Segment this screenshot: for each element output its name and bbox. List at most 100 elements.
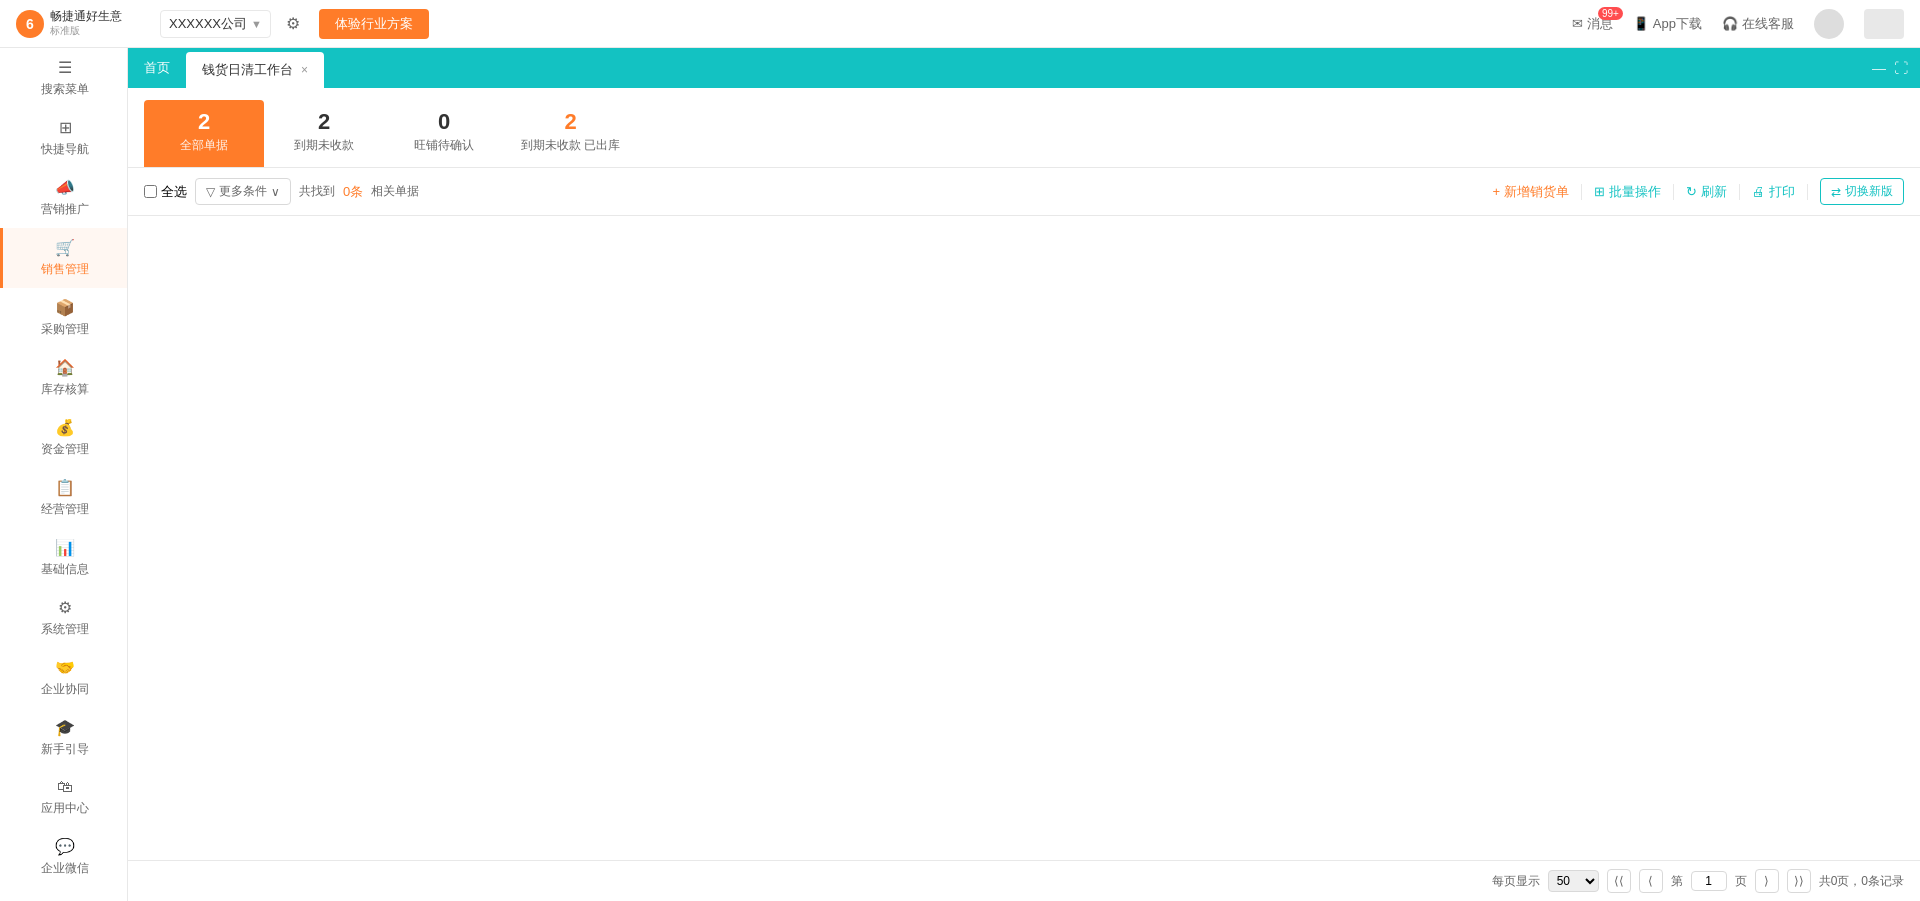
tab-close-icon[interactable]: × bbox=[301, 63, 308, 77]
online-service-item[interactable]: 🎧 在线客服 bbox=[1722, 15, 1794, 33]
sidebar-item-operations[interactable]: 📋 经营管理 bbox=[0, 468, 127, 528]
page-next-button[interactable]: ⟩ bbox=[1755, 869, 1779, 893]
stat-shipped-label: 到期未收款 已出库 bbox=[521, 137, 620, 154]
batch-label: 批量操作 bbox=[1609, 183, 1661, 201]
total-text: 共0页，0条记录 bbox=[1819, 873, 1904, 890]
batch-button[interactable]: ⊞ 批量操作 bbox=[1594, 183, 1661, 201]
inventory-icon: 🏠 bbox=[55, 358, 75, 377]
switch-version-button[interactable]: ⇄ 切换新版 bbox=[1820, 178, 1904, 205]
app-name: 畅捷通好生意 bbox=[50, 9, 122, 25]
select-all-checkbox[interactable] bbox=[144, 185, 157, 198]
page-label-2: 页 bbox=[1735, 873, 1747, 890]
avatar[interactable] bbox=[1814, 9, 1844, 39]
sidebar-item-member[interactable]: ▽ 畅会员 bbox=[0, 887, 127, 901]
switch-label: 切换新版 bbox=[1845, 183, 1893, 200]
sidebar-item-cooperation-label: 企业协同 bbox=[41, 681, 89, 698]
basic-info-icon: 📊 bbox=[55, 538, 75, 557]
filter-chevron-icon: ∨ bbox=[271, 185, 280, 199]
sidebar-item-system[interactable]: ⚙ 系统管理 bbox=[0, 588, 127, 648]
app-download-item[interactable]: 📱 App下载 bbox=[1633, 15, 1702, 33]
page-number-input[interactable] bbox=[1691, 871, 1727, 891]
sidebar-item-search[interactable]: ☰ 搜索菜单 bbox=[0, 48, 127, 108]
top-header: 6 畅捷通好生意 标准版 XXXXXX公司 ▼ ⚙ 体验行业方案 ✉ 消息 99… bbox=[0, 0, 1920, 48]
stats-tabs: 2 全部单据 2 到期未收款 0 旺铺待确认 2 到期未收款 已出库 bbox=[128, 88, 1920, 168]
print-button[interactable]: 🖨 打印 bbox=[1752, 183, 1795, 201]
wechat-icon: 💬 bbox=[55, 837, 75, 856]
filter-button[interactable]: ▽ 更多条件 ∨ bbox=[195, 178, 291, 205]
stat-overdue-num: 2 bbox=[281, 109, 367, 135]
refresh-icon: ↻ bbox=[1686, 184, 1697, 199]
sidebar: ☰ 搜索菜单 ⊞ 快捷导航 📣 营销推广 🛒 销售管理 📦 采购管理 🏠 库存核… bbox=[0, 48, 128, 901]
stat-tab-shipped[interactable]: 2 到期未收款 已出库 bbox=[504, 100, 637, 167]
page-first-button[interactable]: ⟨⟨ bbox=[1607, 869, 1631, 893]
logo-area: 6 畅捷通好生意 标准版 bbox=[16, 9, 144, 39]
tab-workbench[interactable]: 钱货日清工作台 × bbox=[186, 52, 324, 88]
toolbar-left: 全选 ▽ 更多条件 ∨ 共找到 0条 相关单据 bbox=[144, 178, 1484, 205]
tab-bar-right: — ⛶ bbox=[1872, 60, 1920, 76]
found-count: 0条 bbox=[343, 183, 363, 201]
page-last-button[interactable]: ⟩⟩ bbox=[1787, 869, 1811, 893]
tab-home[interactable]: 首页 bbox=[128, 48, 186, 88]
tab-bar: 首页 钱货日清工作台 × — ⛶ bbox=[128, 48, 1920, 88]
stat-tab-pending[interactable]: 0 旺铺待确认 bbox=[384, 100, 504, 167]
sidebar-item-inventory[interactable]: 🏠 库存核算 bbox=[0, 348, 127, 408]
sidebar-item-sales-label: 销售管理 bbox=[41, 261, 89, 278]
stat-tab-all[interactable]: 2 全部单据 bbox=[144, 100, 264, 167]
select-all-label: 全选 bbox=[161, 183, 187, 201]
sidebar-item-cooperation[interactable]: 🤝 企业协同 bbox=[0, 648, 127, 708]
add-label: 新增销货单 bbox=[1504, 183, 1569, 201]
tab-minimize-button[interactable]: — bbox=[1872, 60, 1886, 76]
service-icon: 🎧 bbox=[1722, 16, 1738, 31]
divider-2 bbox=[1673, 184, 1674, 200]
sidebar-item-sales[interactable]: 🛒 销售管理 bbox=[0, 228, 127, 288]
sidebar-item-operations-label: 经营管理 bbox=[41, 501, 89, 518]
stat-overdue-label: 到期未收款 bbox=[281, 137, 367, 154]
page-size-select[interactable]: 50 100 200 bbox=[1548, 870, 1599, 892]
stat-shipped-num: 2 bbox=[521, 109, 620, 135]
found-suffix: 相关单据 bbox=[371, 183, 419, 200]
add-icon: + bbox=[1492, 184, 1500, 199]
company-name: XXXXXX公司 bbox=[169, 15, 247, 33]
found-text: 共找到 bbox=[299, 183, 335, 200]
sidebar-item-wechat-label: 企业微信 bbox=[41, 860, 89, 877]
page-prev-button[interactable]: ⟨ bbox=[1639, 869, 1663, 893]
sidebar-item-quick-nav-label: 快捷导航 bbox=[41, 141, 89, 158]
sidebar-item-inventory-label: 库存核算 bbox=[41, 381, 89, 398]
message-item[interactable]: ✉ 消息 99+ bbox=[1572, 15, 1613, 33]
divider-1 bbox=[1581, 184, 1582, 200]
sidebar-item-finance[interactable]: 💰 资金管理 bbox=[0, 408, 127, 468]
download-icon: 📱 bbox=[1633, 16, 1649, 31]
sidebar-item-basic-info[interactable]: 📊 基础信息 bbox=[0, 528, 127, 588]
member-icon: ▽ bbox=[59, 897, 71, 901]
app-download-label: App下载 bbox=[1653, 15, 1702, 33]
sidebar-item-basic-info-label: 基础信息 bbox=[41, 561, 89, 578]
tab-maximize-button[interactable]: ⛶ bbox=[1894, 60, 1908, 76]
add-sale-button[interactable]: + 新增销货单 bbox=[1492, 183, 1569, 201]
batch-icon: ⊞ bbox=[1594, 184, 1605, 199]
stat-tab-overdue[interactable]: 2 到期未收款 bbox=[264, 100, 384, 167]
stat-all-num: 2 bbox=[161, 109, 247, 135]
stat-pending-label: 旺铺待确认 bbox=[401, 137, 487, 154]
chevron-down-icon: ▼ bbox=[251, 18, 262, 30]
marketing-icon: 📣 bbox=[55, 178, 75, 197]
sidebar-item-app-center[interactable]: 🛍 应用中心 bbox=[0, 768, 127, 827]
trial-button[interactable]: 体验行业方案 bbox=[319, 9, 429, 39]
filter-label: 更多条件 bbox=[219, 183, 267, 200]
sidebar-item-purchase[interactable]: 📦 采购管理 bbox=[0, 288, 127, 348]
settings-icon[interactable]: ⚙ bbox=[279, 10, 307, 38]
refresh-button[interactable]: ↻ 刷新 bbox=[1686, 183, 1727, 201]
select-all-area[interactable]: 全选 bbox=[144, 183, 187, 201]
sidebar-item-search-label: 搜索菜单 bbox=[41, 81, 89, 98]
company-selector[interactable]: XXXXXX公司 ▼ bbox=[160, 10, 271, 38]
sidebar-item-finance-label: 资金管理 bbox=[41, 441, 89, 458]
print-icon: 🖨 bbox=[1752, 184, 1765, 199]
sidebar-item-quick-nav[interactable]: ⊞ 快捷导航 bbox=[0, 108, 127, 168]
stat-pending-num: 0 bbox=[401, 109, 487, 135]
pagination-bar: 每页显示 50 100 200 ⟨⟨ ⟨ 第 页 ⟩ ⟩⟩ 共0页，0条记录 bbox=[128, 860, 1920, 901]
message-icon: ✉ bbox=[1572, 16, 1583, 31]
filter-icon: ▽ bbox=[206, 185, 215, 199]
sidebar-item-app-center-label: 应用中心 bbox=[41, 800, 89, 817]
sidebar-item-guide[interactable]: 🎓 新手引导 bbox=[0, 708, 127, 768]
sidebar-item-wechat[interactable]: 💬 企业微信 bbox=[0, 827, 127, 887]
sidebar-item-marketing[interactable]: 📣 营销推广 bbox=[0, 168, 127, 228]
